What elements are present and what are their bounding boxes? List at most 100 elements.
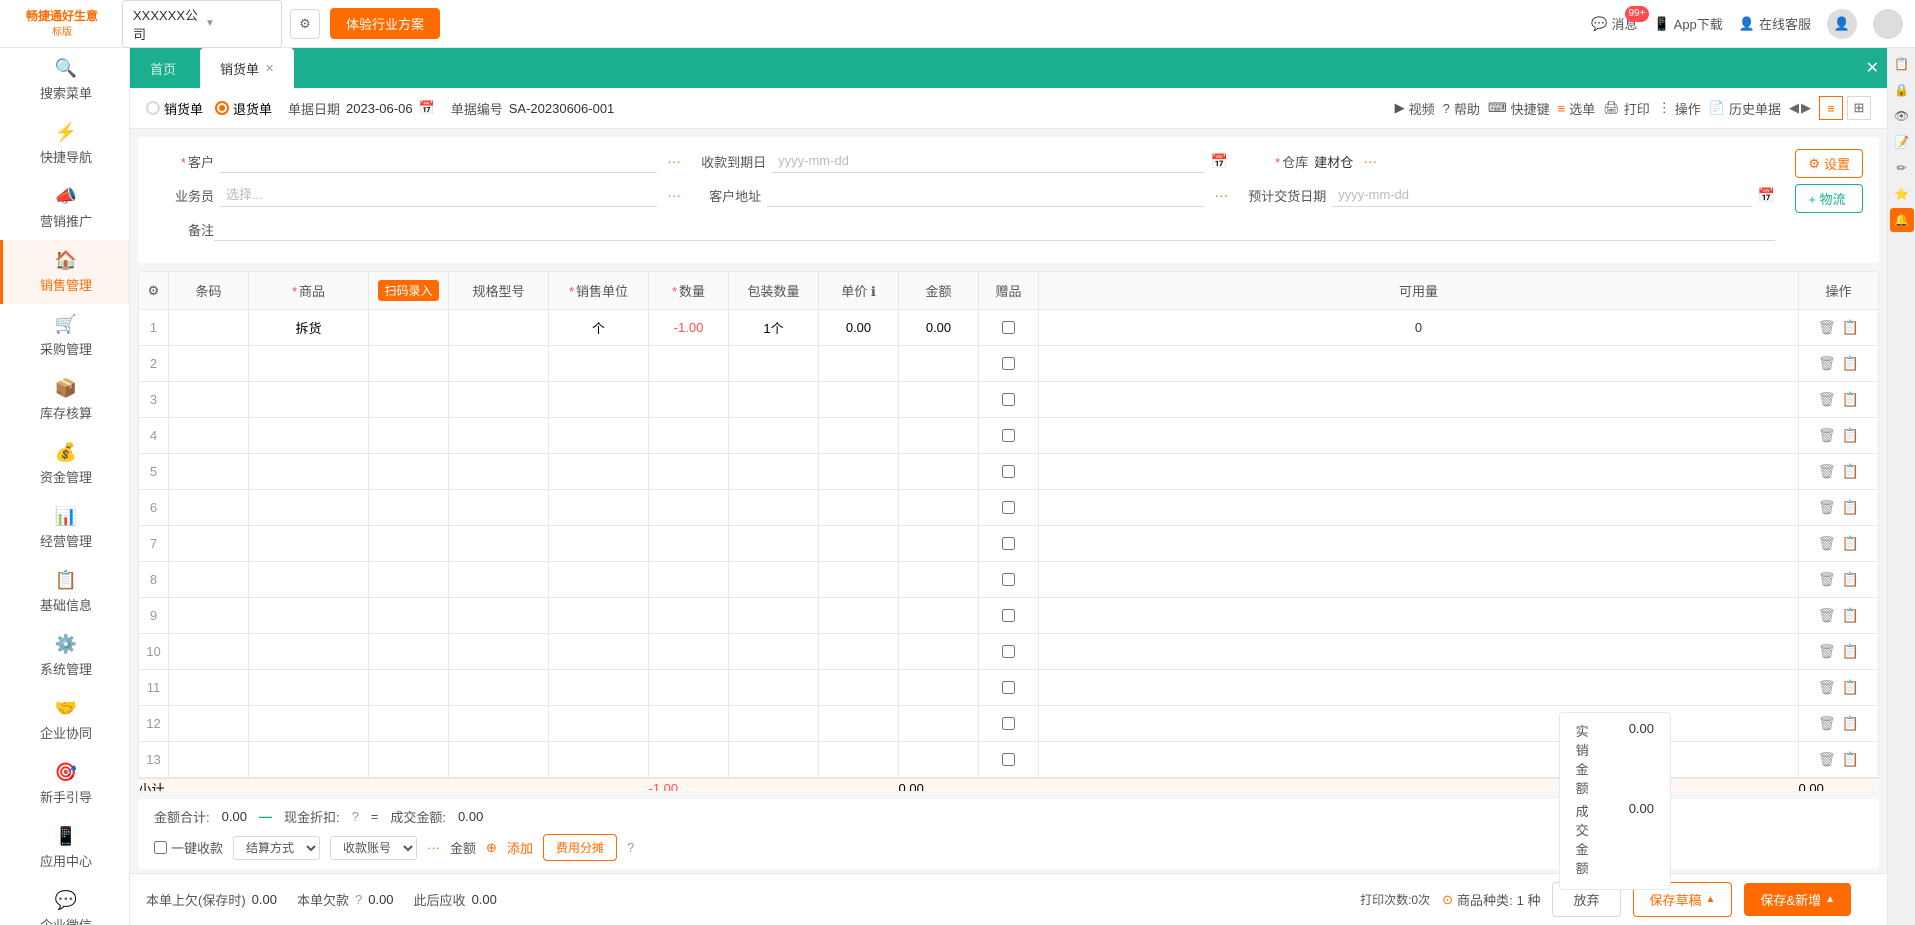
- account-dots-icon[interactable]: ···: [427, 840, 440, 855]
- delete-row-icon[interactable]: 🗑: [1818, 355, 1836, 372]
- row-barcode[interactable]: [169, 670, 249, 706]
- row-unit[interactable]: [549, 706, 649, 742]
- row-qty[interactable]: [649, 526, 729, 562]
- fee-question-icon[interactable]: ?: [627, 840, 634, 855]
- sidebar-item-system[interactable]: ⚙️ 系统管理: [0, 624, 129, 688]
- avatar-secondary[interactable]: [1873, 9, 1903, 39]
- delete-row-icon[interactable]: 🗑: [1818, 643, 1836, 660]
- row-pkg-qty[interactable]: [729, 382, 819, 418]
- row-barcode[interactable]: [169, 706, 249, 742]
- row-spec[interactable]: [449, 562, 549, 598]
- row-barcode[interactable]: [169, 382, 249, 418]
- row-barcode[interactable]: [169, 742, 249, 778]
- row-price[interactable]: [819, 670, 899, 706]
- row-spec[interactable]: [449, 670, 549, 706]
- row-barcode[interactable]: [169, 598, 249, 634]
- tab-bar-close-icon[interactable]: ✕: [1866, 58, 1879, 78]
- row-unit[interactable]: [549, 454, 649, 490]
- due-date-input[interactable]: [772, 149, 1205, 173]
- sidebar-item-search[interactable]: 🔍 搜索菜单: [0, 48, 129, 112]
- operation-btn[interactable]: ⋮ 操作: [1658, 99, 1701, 118]
- row-spec[interactable]: [449, 634, 549, 670]
- avatar[interactable]: 👤: [1827, 9, 1857, 39]
- sidebar-item-sales[interactable]: 🏠 销售管理: [0, 240, 129, 304]
- delete-row-icon[interactable]: 🗑: [1818, 499, 1836, 516]
- add-icon[interactable]: ⊕: [486, 840, 497, 856]
- one-click-checkbox[interactable]: 一键收款: [154, 838, 223, 857]
- row-amount[interactable]: [899, 598, 979, 634]
- row-spec[interactable]: [449, 418, 549, 454]
- note-input[interactable]: [214, 217, 1775, 241]
- row-amount[interactable]: [899, 490, 979, 526]
- prev-record-icon[interactable]: ◀: [1789, 100, 1799, 116]
- row-gift[interactable]: [979, 670, 1039, 706]
- row-unit[interactable]: [549, 634, 649, 670]
- sidebar-item-wechat[interactable]: 💬 企业微信: [0, 880, 129, 925]
- row-pkg-qty[interactable]: [729, 490, 819, 526]
- row-amount[interactable]: [899, 346, 979, 382]
- row-barcode[interactable]: [169, 418, 249, 454]
- row-spec[interactable]: [449, 742, 549, 778]
- customer-dots-icon[interactable]: ···: [667, 153, 681, 169]
- delete-row-icon[interactable]: 🗑: [1818, 427, 1836, 444]
- radio-return[interactable]: 退货单: [215, 99, 272, 118]
- next-record-icon[interactable]: ▶: [1801, 100, 1811, 116]
- row-unit[interactable]: [549, 742, 649, 778]
- row-price[interactable]: [819, 598, 899, 634]
- row-barcode[interactable]: [169, 310, 249, 346]
- sidebar-item-guide[interactable]: 🎯 新手引导: [0, 752, 129, 816]
- delete-row-icon[interactable]: 🗑: [1818, 607, 1836, 624]
- one-click-checkbox-input[interactable]: [154, 841, 167, 854]
- row-qty[interactable]: [649, 454, 729, 490]
- row-product[interactable]: [249, 490, 369, 526]
- history-btn[interactable]: 📄 历史单据: [1709, 99, 1781, 118]
- app-download-button[interactable]: 📱 App下载: [1653, 14, 1722, 33]
- row-product[interactable]: [249, 454, 369, 490]
- right-tool-2[interactable]: 🔒: [1890, 78, 1914, 102]
- row-spec[interactable]: [449, 346, 549, 382]
- sidebar-item-operations[interactable]: 📊 经营管理: [0, 496, 129, 560]
- print-btn[interactable]: 🖨 打印: [1603, 99, 1650, 118]
- row-gift[interactable]: [979, 346, 1039, 382]
- row-gift[interactable]: [979, 706, 1039, 742]
- salesperson-input[interactable]: [220, 183, 657, 207]
- help-btn[interactable]: ? 帮助: [1443, 99, 1480, 118]
- logistics-button[interactable]: + 物流: [1795, 184, 1863, 213]
- right-tool-1[interactable]: 📋: [1890, 52, 1914, 76]
- row-qty[interactable]: [649, 670, 729, 706]
- addr-dots-icon[interactable]: ···: [1214, 187, 1228, 203]
- settings-icon[interactable]: ⚙: [290, 9, 320, 39]
- sidebar-item-purchase[interactable]: 🛒 采购管理: [0, 304, 129, 368]
- row-pkg-qty[interactable]: [729, 562, 819, 598]
- row-qty[interactable]: [649, 706, 729, 742]
- row-gift[interactable]: [979, 562, 1039, 598]
- customer-input[interactable]: [220, 149, 657, 173]
- row-barcode[interactable]: [169, 490, 249, 526]
- row-product[interactable]: [249, 670, 369, 706]
- row-pkg-qty[interactable]: [729, 634, 819, 670]
- row-pkg-qty[interactable]: [729, 742, 819, 778]
- save-new-button[interactable]: 保存&新增 ▲: [1744, 883, 1851, 916]
- copy-row-icon[interactable]: 📋: [1842, 355, 1859, 372]
- row-amount[interactable]: [899, 418, 979, 454]
- row-pkg-qty[interactable]: [729, 454, 819, 490]
- row-spec[interactable]: [449, 706, 549, 742]
- row-product[interactable]: [249, 382, 369, 418]
- row-product[interactable]: [249, 634, 369, 670]
- copy-row-icon[interactable]: 📋: [1842, 679, 1859, 696]
- row-unit[interactable]: [549, 382, 649, 418]
- copy-row-icon[interactable]: 📋: [1842, 499, 1859, 516]
- scan-input-button[interactable]: 扫码录入: [378, 280, 438, 301]
- row-pkg-qty[interactable]: [729, 526, 819, 562]
- delete-row-icon[interactable]: 🗑: [1818, 715, 1836, 732]
- row-product[interactable]: [249, 742, 369, 778]
- row-price[interactable]: [819, 382, 899, 418]
- row-pkg-qty[interactable]: [729, 346, 819, 382]
- row-qty[interactable]: [649, 598, 729, 634]
- calendar-icon[interactable]: 📅: [419, 100, 435, 116]
- fee-split-button[interactable]: 费用分摊: [543, 834, 617, 861]
- row-amount[interactable]: [899, 742, 979, 778]
- radio-sales[interactable]: 销货单: [146, 99, 203, 118]
- row-barcode[interactable]: [169, 454, 249, 490]
- right-tool-6[interactable]: ⭐: [1890, 182, 1914, 206]
